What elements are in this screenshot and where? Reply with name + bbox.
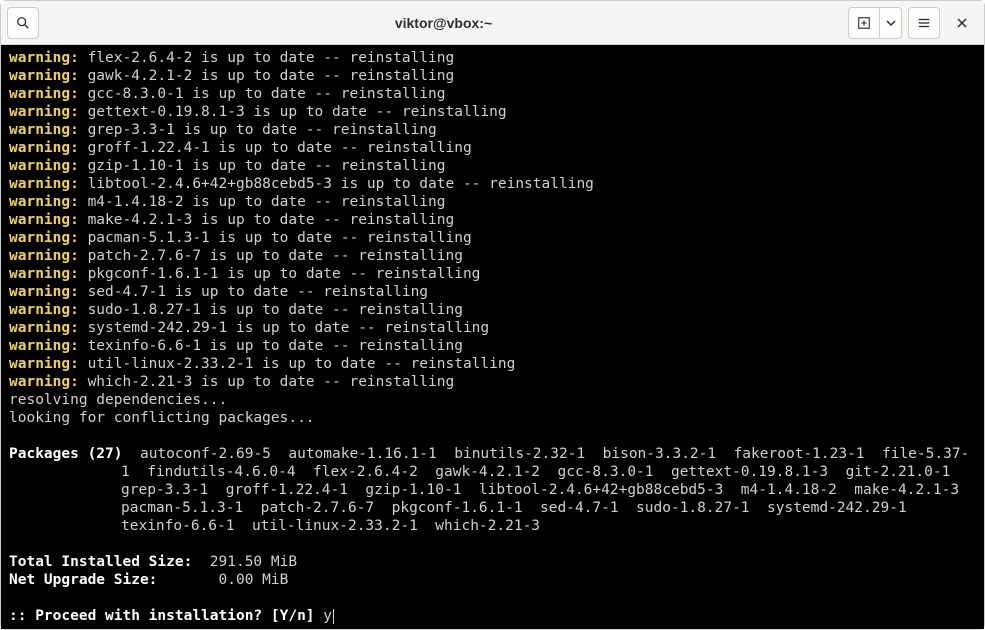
total-size-line: Total Installed Size: 291.50 MiB	[9, 553, 976, 571]
warning-line: warning: texinfo-6.6-1 is up to date -- …	[9, 337, 976, 355]
warning-line: warning: sudo-1.8.27-1 is up to date -- …	[9, 301, 976, 319]
warning-line: warning: gettext-0.19.8.1-3 is up to dat…	[9, 103, 976, 121]
window-title: viktor@vbox:~	[45, 15, 842, 31]
net-size-line: Net Upgrade Size: 0.00 MiB	[9, 571, 976, 589]
warning-line: warning: which-2.21-3 is up to date -- r…	[9, 373, 976, 391]
conflicts-line: looking for conflicting packages...	[9, 409, 976, 427]
titlebar: viktor@vbox:~	[1, 1, 984, 45]
new-tab-menu-button[interactable]	[880, 7, 902, 39]
cursor	[333, 609, 334, 624]
warning-line: warning: gzip-1.10-1 is up to date -- re…	[9, 157, 976, 175]
warning-line: warning: gcc-8.3.0-1 is up to date -- re…	[9, 85, 976, 103]
resolving-line: resolving dependencies...	[9, 391, 976, 409]
warning-line: warning: libtool-2.4.6+42+gb88cebd5-3 is…	[9, 175, 976, 193]
new-tab-icon	[857, 16, 871, 30]
menu-button[interactable]	[908, 7, 940, 39]
search-icon	[16, 16, 30, 30]
packages-block: Packages (27) autoconf-2.69-5 automake-1…	[9, 445, 976, 535]
warning-line: warning: groff-1.22.4-1 is up to date --…	[9, 139, 976, 157]
chevron-down-icon	[886, 18, 896, 28]
warning-line: warning: make-4.2.1-3 is up to date -- r…	[9, 211, 976, 229]
warning-line: warning: gawk-4.2.1-2 is up to date -- r…	[9, 67, 976, 85]
prompt-line[interactable]: :: Proceed with installation? [Y/n] y	[9, 607, 976, 625]
search-button[interactable]	[7, 7, 39, 39]
warning-line: warning: systemd-242.29-1 is up to date …	[9, 319, 976, 337]
warning-line: warning: pkgconf-1.6.1-1 is up to date -…	[9, 265, 976, 283]
warning-line: warning: grep-3.3-1 is up to date -- rei…	[9, 121, 976, 139]
close-icon	[956, 17, 968, 29]
new-tab-button[interactable]	[848, 7, 880, 39]
hamburger-icon	[917, 16, 931, 30]
warning-line: warning: patch-2.7.6-7 is up to date -- …	[9, 247, 976, 265]
warning-line: warning: sed-4.7-1 is up to date -- rein…	[9, 283, 976, 301]
warning-line: warning: util-linux-2.33.2-1 is up to da…	[9, 355, 976, 373]
new-tab-split	[848, 7, 902, 39]
warning-line: warning: flex-2.6.4-2 is up to date -- r…	[9, 49, 976, 67]
terminal-output[interactable]: warning: flex-2.6.4-2 is up to date -- r…	[1, 45, 984, 629]
close-button[interactable]	[946, 7, 978, 39]
warning-line: warning: pacman-5.1.3-1 is up to date --…	[9, 229, 976, 247]
warning-line: warning: m4-1.4.18-2 is up to date -- re…	[9, 193, 976, 211]
